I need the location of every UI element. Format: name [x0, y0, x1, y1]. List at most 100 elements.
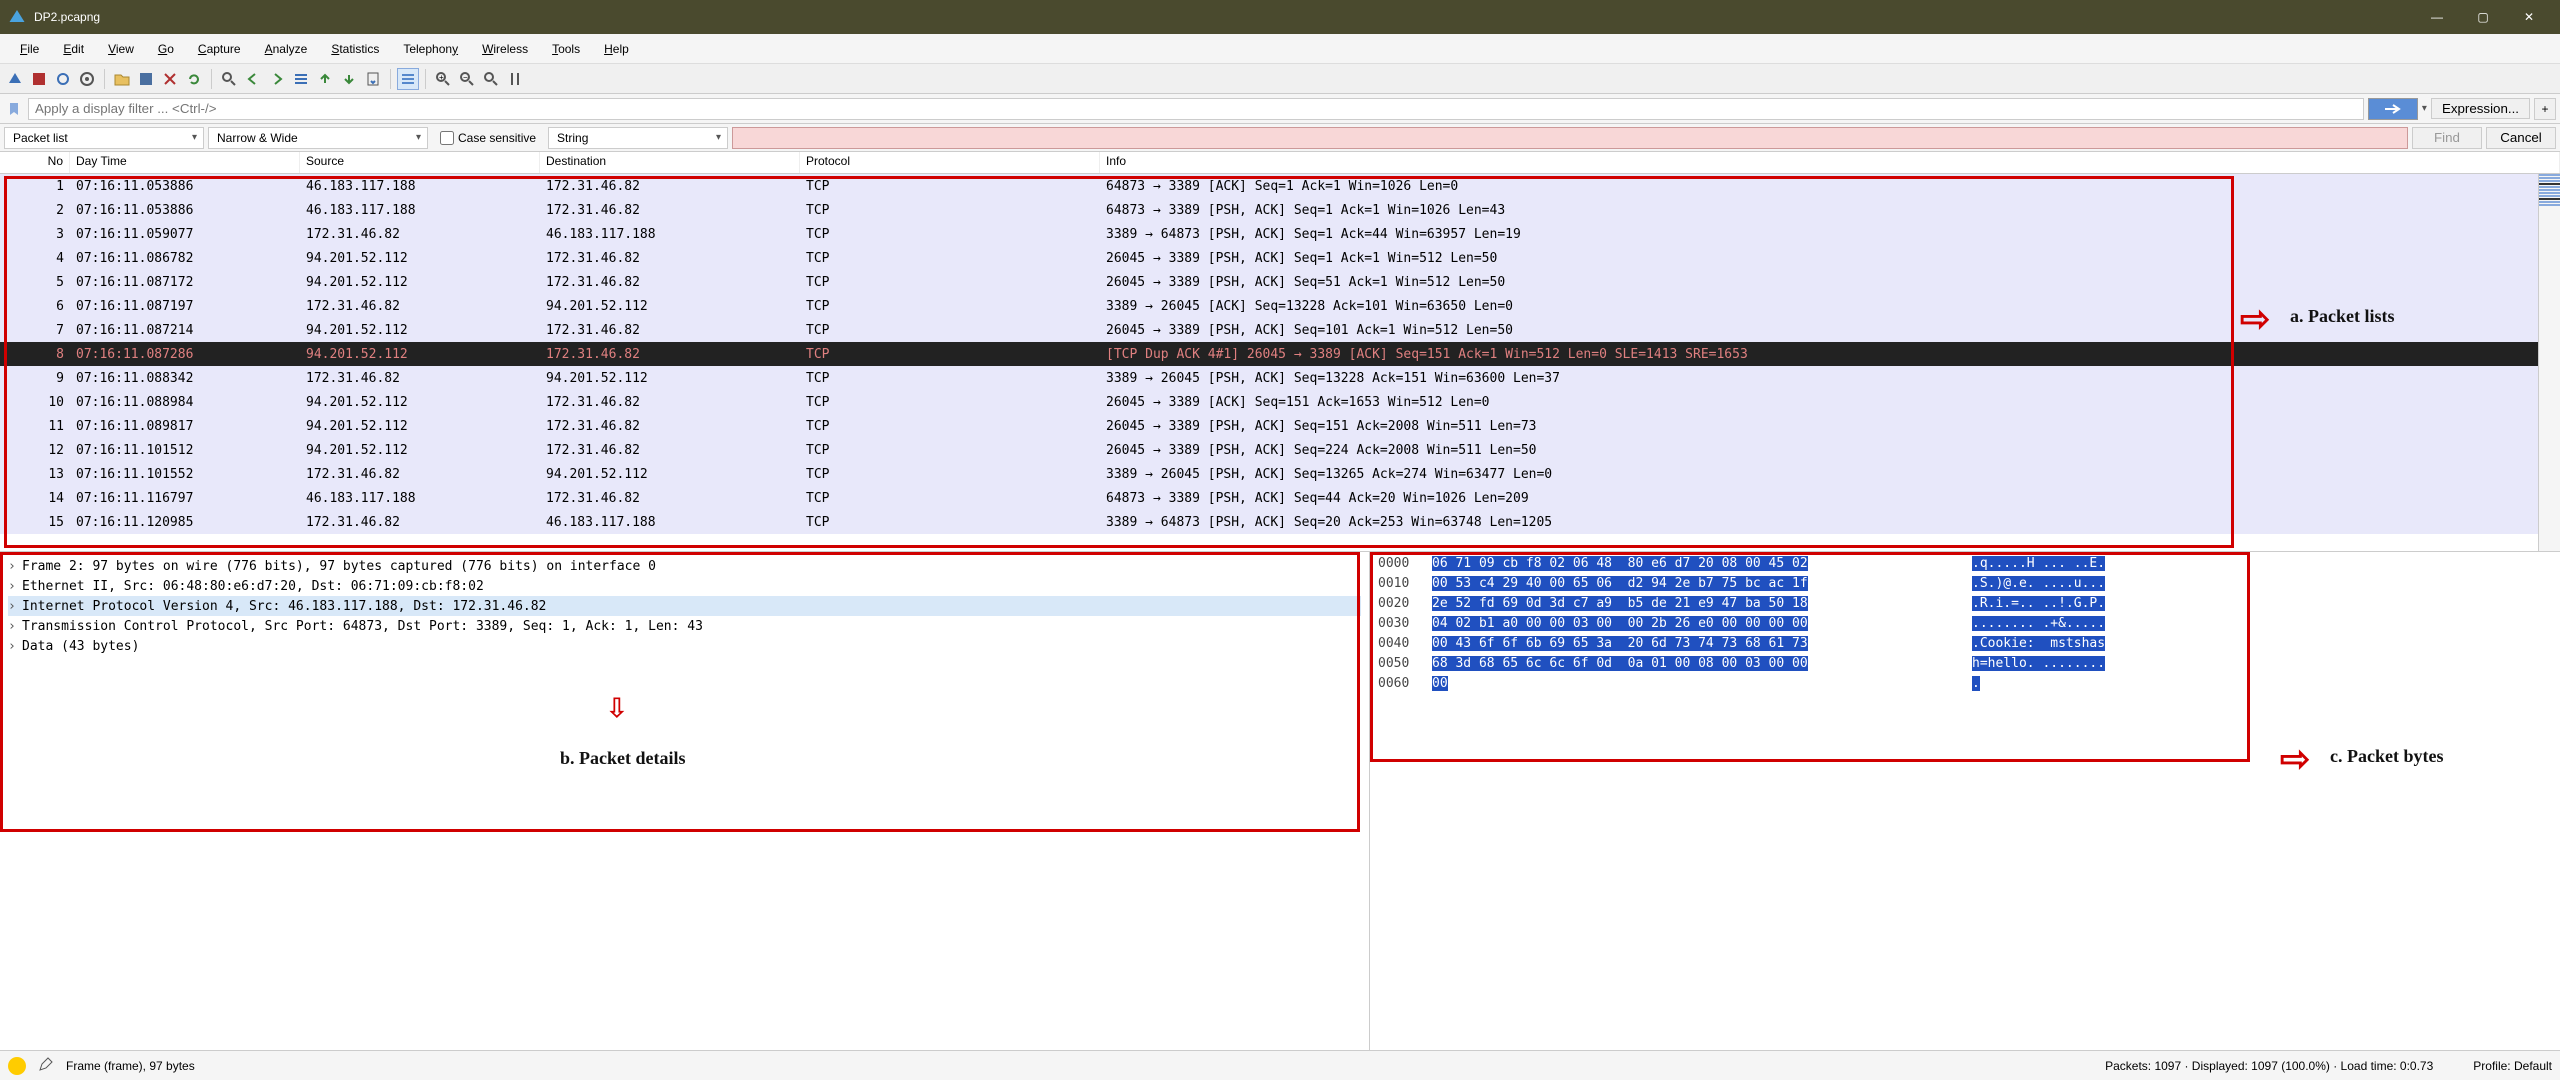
window-title: DP2.pcapng [34, 10, 100, 24]
packet-list-pane[interactable]: No Day Time Source Destination Protocol … [0, 152, 2560, 552]
menu-wireless[interactable]: Wireless [470, 38, 540, 60]
packet-minimap[interactable] [2538, 174, 2560, 551]
table-row[interactable]: 1507:16:11.120985172.31.46.8246.183.117.… [0, 510, 2560, 534]
go-last-icon[interactable] [338, 68, 360, 90]
menu-go[interactable]: Go [146, 38, 186, 60]
table-row[interactable]: 907:16:11.088342172.31.46.8294.201.52.11… [0, 366, 2560, 390]
detail-line[interactable]: ›Transmission Control Protocol, Src Port… [8, 616, 1361, 636]
byte-line[interactable]: 003004 02 b1 a0 00 00 03 00 00 2b 26 e0 … [1378, 616, 2552, 636]
maximize-button[interactable]: ▢ [2460, 0, 2506, 34]
search-type-dropdown[interactable]: String [548, 127, 728, 149]
save-file-icon[interactable] [135, 68, 157, 90]
statusbar: Frame (frame), 97 bytes Packets: 1097 · … [0, 1050, 2560, 1080]
col-destination[interactable]: Destination [540, 152, 800, 173]
charset-dropdown[interactable]: Narrow & Wide [208, 127, 428, 149]
detail-line[interactable]: ›Frame 2: 97 bytes on wire (776 bits), 9… [8, 556, 1361, 576]
detail-line[interactable]: ›Data (43 bytes) [8, 636, 1361, 656]
go-to-packet-icon[interactable] [290, 68, 312, 90]
col-protocol[interactable]: Protocol [800, 152, 1100, 173]
menu-view[interactable]: View [96, 38, 146, 60]
table-row[interactable]: 607:16:11.087197172.31.46.8294.201.52.11… [0, 294, 2560, 318]
zoom-out-icon[interactable]: − [456, 68, 478, 90]
go-back-icon[interactable] [242, 68, 264, 90]
status-profile[interactable]: Profile: Default [2473, 1059, 2552, 1073]
find-packet-icon[interactable] [218, 68, 240, 90]
menu-telephony[interactable]: Telephony [391, 38, 470, 60]
close-file-icon[interactable] [159, 68, 181, 90]
byte-line[interactable]: 001000 53 c4 29 40 00 65 06 d2 94 2e b7 … [1378, 576, 2552, 596]
status-packets: Packets: 1097 · Displayed: 1097 (100.0%)… [2105, 1059, 2433, 1073]
table-row[interactable]: 207:16:11.05388646.183.117.188172.31.46.… [0, 198, 2560, 222]
find-button[interactable]: Find [2412, 127, 2482, 149]
restart-capture-icon[interactable] [52, 68, 74, 90]
cancel-button[interactable]: Cancel [2486, 127, 2556, 149]
auto-scroll-icon[interactable] [362, 68, 384, 90]
menu-file[interactable]: File [8, 38, 51, 60]
app-icon [8, 7, 26, 28]
zoom-reset-icon[interactable] [480, 68, 502, 90]
open-file-icon[interactable] [111, 68, 133, 90]
start-capture-icon[interactable] [4, 68, 26, 90]
menu-edit[interactable]: Edit [51, 38, 96, 60]
table-row[interactable]: 1007:16:11.08898494.201.52.112172.31.46.… [0, 390, 2560, 414]
byte-line[interactable]: 006000. [1378, 676, 2552, 696]
titlebar: DP2.pcapng ― ▢ ✕ [0, 0, 2560, 34]
menu-help[interactable]: Help [592, 38, 641, 60]
col-time[interactable]: Day Time [70, 152, 300, 173]
table-row[interactable]: 407:16:11.08678294.201.52.112172.31.46.8… [0, 246, 2560, 270]
col-source[interactable]: Source [300, 152, 540, 173]
colorize-icon[interactable] [397, 68, 419, 90]
table-row[interactable]: 1207:16:11.10151294.201.52.112172.31.46.… [0, 438, 2560, 462]
display-filter-input[interactable] [28, 98, 2364, 120]
table-row[interactable]: 1407:16:11.11679746.183.117.188172.31.46… [0, 486, 2560, 510]
minimize-button[interactable]: ― [2414, 0, 2460, 34]
table-row[interactable]: 107:16:11.05388646.183.117.188172.31.46.… [0, 174, 2560, 198]
annotation-label-b: b. Packet details [560, 748, 686, 769]
annotation-label-a: a. Packet lists [2290, 306, 2394, 327]
menu-capture[interactable]: Capture [186, 38, 253, 60]
status-frame-text: Frame (frame), 97 bytes [66, 1059, 195, 1073]
col-info[interactable]: Info [1100, 152, 2560, 173]
go-first-icon[interactable] [314, 68, 336, 90]
find-toolbar: Packet list Narrow & Wide Case sensitive… [0, 124, 2560, 152]
stop-capture-icon[interactable] [28, 68, 50, 90]
packet-list-header[interactable]: No Day Time Source Destination Protocol … [0, 152, 2560, 174]
svg-text:−: − [463, 73, 468, 82]
zoom-in-icon[interactable]: + [432, 68, 454, 90]
byte-line[interactable]: 005068 3d 68 65 6c 6c 6f 0d 0a 01 00 08 … [1378, 656, 2552, 676]
close-button[interactable]: ✕ [2506, 0, 2552, 34]
menu-analyze[interactable]: Analyze [253, 38, 320, 60]
main-toolbar: + − [0, 64, 2560, 94]
byte-line[interactable]: 004000 43 6f 6f 6b 69 65 3a 20 6d 73 74 … [1378, 636, 2552, 656]
table-row[interactable]: 507:16:11.08717294.201.52.112172.31.46.8… [0, 270, 2560, 294]
bookmark-icon[interactable] [4, 99, 24, 119]
edit-icon[interactable] [38, 1056, 54, 1075]
menu-tools[interactable]: Tools [540, 38, 592, 60]
table-row[interactable]: 1307:16:11.101552172.31.46.8294.201.52.1… [0, 462, 2560, 486]
case-sensitive-checkbox[interactable]: Case sensitive [432, 131, 544, 145]
go-forward-icon[interactable] [266, 68, 288, 90]
expression-button[interactable]: Expression... [2431, 98, 2530, 119]
table-row[interactable]: 707:16:11.08721494.201.52.112172.31.46.8… [0, 318, 2560, 342]
display-filter-bar: ▾ Expression... + [0, 94, 2560, 124]
search-in-dropdown[interactable]: Packet list [4, 127, 204, 149]
apply-filter-button[interactable] [2368, 98, 2418, 120]
table-row[interactable]: 1107:16:11.08981794.201.52.112172.31.46.… [0, 414, 2560, 438]
packet-details-pane[interactable]: ›Frame 2: 97 bytes on wire (776 bits), 9… [0, 552, 1370, 1050]
detail-line[interactable]: ›Ethernet II, Src: 06:48:80:e6:d7:20, Ds… [8, 576, 1361, 596]
expert-info-icon[interactable] [8, 1057, 26, 1075]
table-row[interactable]: 807:16:11.08728694.201.52.112172.31.46.8… [0, 342, 2560, 366]
table-row[interactable]: 307:16:11.059077172.31.46.8246.183.117.1… [0, 222, 2560, 246]
search-input[interactable] [732, 127, 2408, 149]
annotation-arrow-c: ⇨ [2280, 738, 2310, 780]
col-no[interactable]: No [0, 152, 70, 173]
add-filter-button[interactable]: + [2534, 98, 2556, 120]
capture-options-icon[interactable] [76, 68, 98, 90]
resize-columns-icon[interactable] [504, 68, 526, 90]
reload-icon[interactable] [183, 68, 205, 90]
menu-statistics[interactable]: Statistics [319, 38, 391, 60]
detail-line[interactable]: ›Internet Protocol Version 4, Src: 46.18… [8, 596, 1361, 616]
byte-line[interactable]: 000006 71 09 cb f8 02 06 48 80 e6 d7 20 … [1378, 556, 2552, 576]
packet-bytes-pane[interactable]: 000006 71 09 cb f8 02 06 48 80 e6 d7 20 … [1370, 552, 2560, 1050]
byte-line[interactable]: 00202e 52 fd 69 0d 3d c7 a9 b5 de 21 e9 … [1378, 596, 2552, 616]
